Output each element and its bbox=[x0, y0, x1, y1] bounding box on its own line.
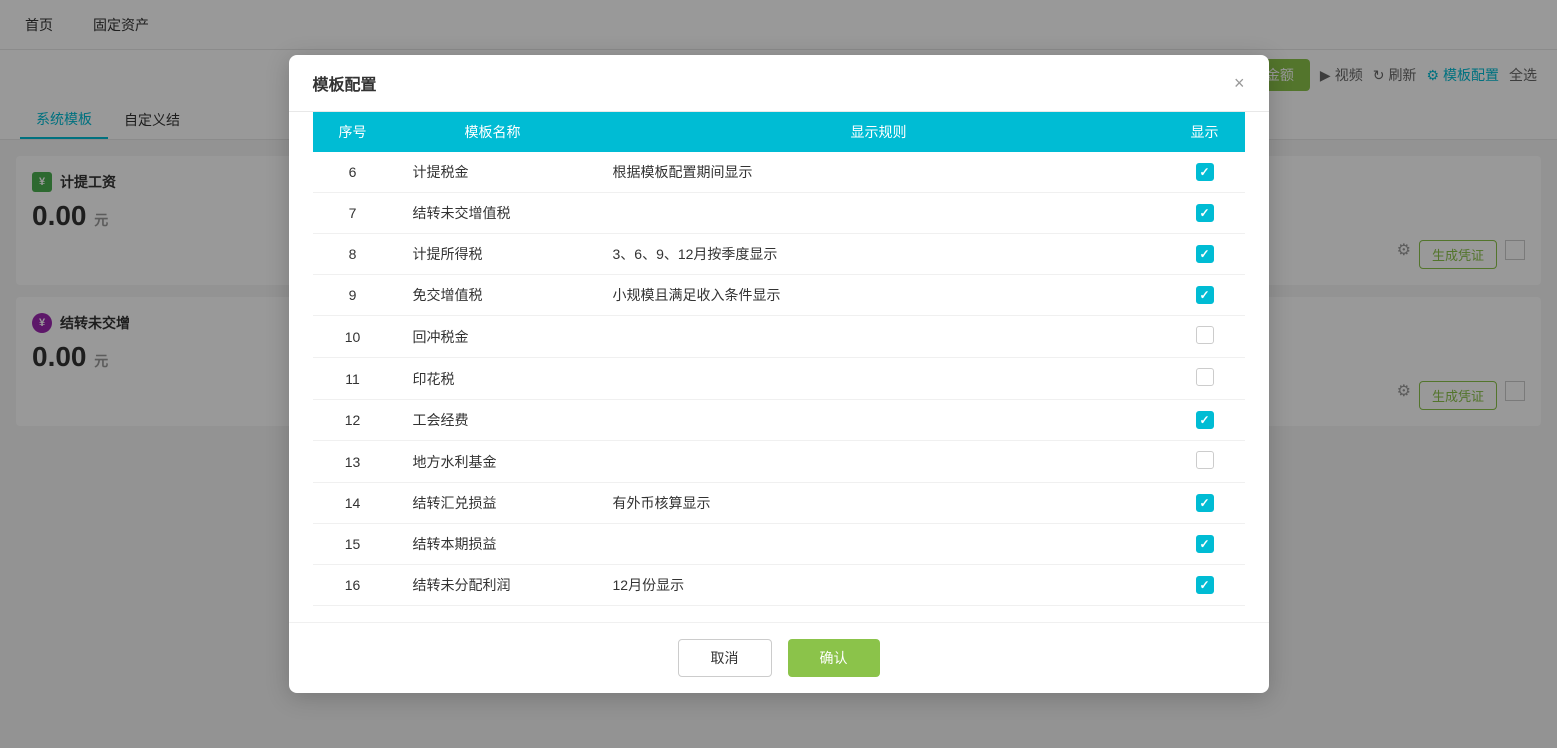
table-row: 6计提税金根据模板配置期间显示 bbox=[313, 152, 1245, 193]
cell-name: 回冲税金 bbox=[393, 316, 593, 358]
cell-checkbox bbox=[1165, 565, 1245, 606]
cell-checkbox bbox=[1165, 234, 1245, 275]
cell-seq: 6 bbox=[313, 152, 393, 193]
modal-close-button[interactable]: × bbox=[1234, 74, 1245, 92]
cell-checkbox bbox=[1165, 524, 1245, 565]
modal-body: 序号 模板名称 显示规则 显示 6计提税金根据模板配置期间显示7结转未交增值税8… bbox=[289, 112, 1269, 622]
cell-name: 计提税金 bbox=[393, 152, 593, 193]
modal-title: 模板配置 bbox=[313, 71, 377, 95]
cell-checkbox bbox=[1165, 358, 1245, 400]
row-checkbox-7[interactable] bbox=[1196, 451, 1214, 469]
cell-rule: 小规模且满足收入条件显示 bbox=[593, 275, 1165, 316]
cell-checkbox bbox=[1165, 275, 1245, 316]
row-checkbox-1[interactable] bbox=[1196, 204, 1214, 222]
cell-seq: 16 bbox=[313, 565, 393, 606]
cell-rule bbox=[593, 358, 1165, 400]
table-row: 15结转本期损益 bbox=[313, 524, 1245, 565]
cell-checkbox bbox=[1165, 483, 1245, 524]
table-row: 12工会经费 bbox=[313, 400, 1245, 441]
cell-rule: 3、6、9、12月按季度显示 bbox=[593, 234, 1165, 275]
row-checkbox-6[interactable] bbox=[1196, 411, 1214, 429]
cell-seq: 7 bbox=[313, 193, 393, 234]
cell-checkbox bbox=[1165, 441, 1245, 483]
cell-checkbox bbox=[1165, 152, 1245, 193]
cell-rule bbox=[593, 400, 1165, 441]
row-checkbox-2[interactable] bbox=[1196, 245, 1214, 263]
cell-rule: 12月份显示 bbox=[593, 565, 1165, 606]
row-checkbox-8[interactable] bbox=[1196, 494, 1214, 512]
table-row: 13地方水利基金 bbox=[313, 441, 1245, 483]
cell-rule: 有外币核算显示 bbox=[593, 483, 1165, 524]
cell-checkbox bbox=[1165, 193, 1245, 234]
cell-seq: 12 bbox=[313, 400, 393, 441]
cell-rule bbox=[593, 193, 1165, 234]
cell-seq: 13 bbox=[313, 441, 393, 483]
cell-seq: 14 bbox=[313, 483, 393, 524]
modal-template-config: 模板配置 × 序号 模板名称 显示规则 显示 6计提税金根据模板配置期间显示7结… bbox=[289, 55, 1269, 693]
cell-name: 结转未分配利润 bbox=[393, 565, 593, 606]
cell-rule bbox=[593, 316, 1165, 358]
modal-overlay: 模板配置 × 序号 模板名称 显示规则 显示 6计提税金根据模板配置期间显示7结… bbox=[0, 0, 1557, 748]
row-checkbox-0[interactable] bbox=[1196, 163, 1214, 181]
cell-seq: 10 bbox=[313, 316, 393, 358]
cell-seq: 11 bbox=[313, 358, 393, 400]
cell-seq: 8 bbox=[313, 234, 393, 275]
cell-name: 印花税 bbox=[393, 358, 593, 400]
row-checkbox-4[interactable] bbox=[1196, 326, 1214, 344]
table-row: 9免交增值税小规模且满足收入条件显示 bbox=[313, 275, 1245, 316]
cell-name: 免交增值税 bbox=[393, 275, 593, 316]
cell-name: 结转本期损益 bbox=[393, 524, 593, 565]
cell-seq: 15 bbox=[313, 524, 393, 565]
cell-checkbox bbox=[1165, 400, 1245, 441]
th-rule: 显示规则 bbox=[593, 112, 1165, 152]
cell-name: 结转未交增值税 bbox=[393, 193, 593, 234]
row-checkbox-9[interactable] bbox=[1196, 535, 1214, 553]
cancel-button[interactable]: 取消 bbox=[678, 639, 772, 677]
cell-seq: 9 bbox=[313, 275, 393, 316]
modal-header: 模板配置 × bbox=[289, 55, 1269, 112]
table-row: 7结转未交增值税 bbox=[313, 193, 1245, 234]
modal-footer: 取消 确认 bbox=[289, 622, 1269, 693]
cell-rule bbox=[593, 524, 1165, 565]
row-checkbox-10[interactable] bbox=[1196, 576, 1214, 594]
cell-name: 计提所得税 bbox=[393, 234, 593, 275]
table-row: 11印花税 bbox=[313, 358, 1245, 400]
th-display: 显示 bbox=[1165, 112, 1245, 152]
cell-checkbox bbox=[1165, 316, 1245, 358]
table-row: 10回冲税金 bbox=[313, 316, 1245, 358]
row-checkbox-3[interactable] bbox=[1196, 286, 1214, 304]
th-name: 模板名称 bbox=[393, 112, 593, 152]
table-row: 14结转汇兑损益有外币核算显示 bbox=[313, 483, 1245, 524]
cell-name: 结转汇兑损益 bbox=[393, 483, 593, 524]
config-table: 序号 模板名称 显示规则 显示 6计提税金根据模板配置期间显示7结转未交增值税8… bbox=[313, 112, 1245, 606]
table-row: 16结转未分配利润12月份显示 bbox=[313, 565, 1245, 606]
cell-name: 地方水利基金 bbox=[393, 441, 593, 483]
confirm-button[interactable]: 确认 bbox=[788, 639, 880, 677]
cell-rule bbox=[593, 441, 1165, 483]
table-row: 8计提所得税3、6、9、12月按季度显示 bbox=[313, 234, 1245, 275]
cell-rule: 根据模板配置期间显示 bbox=[593, 152, 1165, 193]
cell-name: 工会经费 bbox=[393, 400, 593, 441]
row-checkbox-5[interactable] bbox=[1196, 368, 1214, 386]
th-seq: 序号 bbox=[313, 112, 393, 152]
